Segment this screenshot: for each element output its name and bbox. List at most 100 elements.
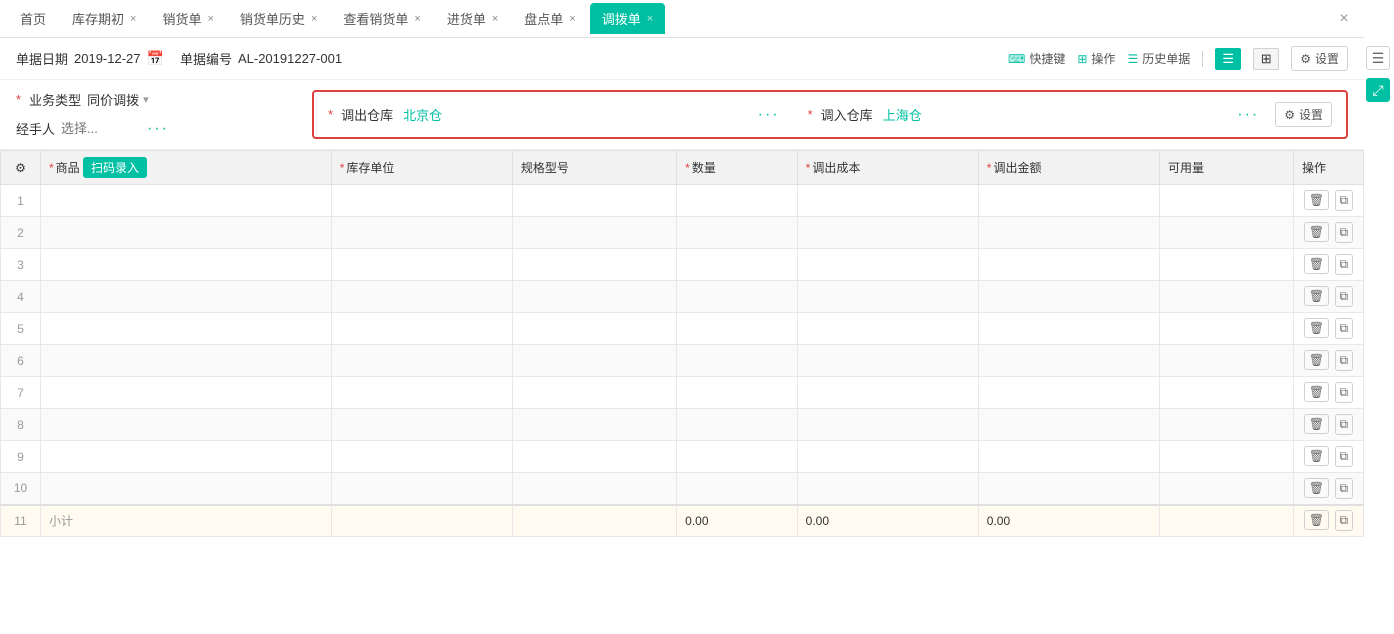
amount-cell[interactable] <box>978 249 1159 281</box>
unit-cell[interactable] <box>331 185 512 217</box>
copy-button[interactable]: ⧉ <box>1335 510 1354 531</box>
window-close-button[interactable]: × <box>1332 7 1356 31</box>
tab-close-icon[interactable]: × <box>569 13 575 25</box>
operation-action[interactable]: ⊞ 操作 <box>1077 50 1115 67</box>
unit-cell[interactable] <box>331 313 512 345</box>
product-cell[interactable] <box>41 345 332 377</box>
settings-column-header[interactable]: ⚙ <box>1 151 41 185</box>
spec-cell[interactable] <box>512 281 676 313</box>
spec-cell[interactable] <box>512 409 676 441</box>
copy-button[interactable]: ⧉ <box>1335 222 1354 243</box>
product-cell[interactable] <box>41 185 332 217</box>
cost-cell[interactable] <box>797 441 978 473</box>
cost-cell[interactable] <box>797 217 978 249</box>
tab-transfer[interactable]: 调拨单 × <box>590 3 665 34</box>
spec-cell[interactable] <box>512 249 676 281</box>
quantity-cell[interactable] <box>677 409 798 441</box>
spec-cell[interactable] <box>512 377 676 409</box>
cost-cell[interactable] <box>797 345 978 377</box>
cost-cell[interactable] <box>797 281 978 313</box>
unit-cell[interactable] <box>331 249 512 281</box>
grid-view-button[interactable]: ⊞ <box>1253 48 1279 70</box>
cost-cell[interactable] <box>797 313 978 345</box>
delete-button[interactable]: 🗑 <box>1304 382 1329 402</box>
history-action[interactable]: ☰ 历史单据 <box>1127 50 1190 67</box>
delete-button[interactable]: 🗑 <box>1304 286 1329 306</box>
tab-close-icon[interactable]: × <box>130 13 136 25</box>
amount-cell[interactable] <box>978 473 1159 505</box>
spec-cell[interactable] <box>512 473 676 505</box>
warehouse-settings-button[interactable]: ⚙ 设置 <box>1275 102 1332 127</box>
amount-cell[interactable] <box>978 281 1159 313</box>
settings-button[interactable]: ⚙ 设置 <box>1291 46 1348 71</box>
tab-inventory-check[interactable]: 盘点单 × <box>512 3 587 34</box>
unit-cell[interactable] <box>331 217 512 249</box>
quantity-cell[interactable] <box>677 345 798 377</box>
copy-button[interactable]: ⧉ <box>1335 254 1354 275</box>
cost-cell[interactable] <box>797 185 978 217</box>
tab-close-icon[interactable]: × <box>492 13 498 25</box>
spec-cell[interactable] <box>512 217 676 249</box>
amount-cell[interactable] <box>978 345 1159 377</box>
amount-cell[interactable] <box>978 441 1159 473</box>
quantity-cell[interactable] <box>677 249 798 281</box>
unit-cell[interactable] <box>331 377 512 409</box>
copy-button[interactable]: ⧉ <box>1335 478 1354 499</box>
amount-cell[interactable] <box>978 313 1159 345</box>
delete-button[interactable]: 🗑 <box>1304 190 1329 210</box>
cost-cell[interactable] <box>797 377 978 409</box>
spec-cell[interactable] <box>512 185 676 217</box>
delete-button[interactable]: 🗑 <box>1304 318 1329 338</box>
shortcut-action[interactable]: ⌨ 快捷键 <box>1008 50 1065 67</box>
calendar-icon[interactable]: 📅 <box>147 50 164 67</box>
in-warehouse-more-icon[interactable]: ··· <box>1237 106 1259 124</box>
copy-button[interactable]: ⧉ <box>1335 318 1354 339</box>
quantity-cell[interactable] <box>677 185 798 217</box>
product-cell[interactable] <box>41 281 332 313</box>
copy-button[interactable]: ⧉ <box>1335 382 1354 403</box>
unit-cell[interactable] <box>331 281 512 313</box>
cost-cell[interactable] <box>797 409 978 441</box>
delete-button[interactable]: 🗑 <box>1304 254 1329 274</box>
product-cell[interactable] <box>41 409 332 441</box>
product-cell[interactable] <box>41 249 332 281</box>
tab-close-icon[interactable]: × <box>414 13 420 25</box>
copy-button[interactable]: ⧉ <box>1335 350 1354 371</box>
handler-input[interactable] <box>61 121 141 136</box>
delete-button[interactable]: 🗑 <box>1304 446 1329 466</box>
copy-button[interactable]: ⧉ <box>1335 190 1354 211</box>
tab-close-icon[interactable]: × <box>311 13 317 25</box>
delete-button[interactable]: 🗑 <box>1304 510 1329 530</box>
tab-home[interactable]: 首页 <box>8 3 58 34</box>
copy-button[interactable]: ⧉ <box>1335 446 1354 467</box>
sidebar-list-icon[interactable]: ☰ <box>1366 46 1390 70</box>
quantity-cell[interactable] <box>677 217 798 249</box>
delete-button[interactable]: 🗑 <box>1304 222 1329 242</box>
tab-close-icon[interactable]: × <box>207 13 213 25</box>
quantity-cell[interactable] <box>677 281 798 313</box>
amount-cell[interactable] <box>978 185 1159 217</box>
cost-cell[interactable] <box>797 249 978 281</box>
delete-button[interactable]: 🗑 <box>1304 350 1329 370</box>
spec-cell[interactable] <box>512 345 676 377</box>
tab-purchase[interactable]: 进货单 × <box>435 3 510 34</box>
amount-cell[interactable] <box>978 217 1159 249</box>
list-view-button[interactable]: ☰ <box>1215 48 1241 70</box>
tab-close-icon[interactable]: × <box>647 13 653 25</box>
copy-button[interactable]: ⧉ <box>1335 414 1354 435</box>
spec-cell[interactable] <box>512 441 676 473</box>
quantity-cell[interactable] <box>677 313 798 345</box>
product-cell[interactable] <box>41 473 332 505</box>
unit-cell[interactable] <box>331 441 512 473</box>
tab-view-sales[interactable]: 查看销货单 × <box>331 3 432 34</box>
quantity-cell[interactable] <box>677 441 798 473</box>
delete-button[interactable]: 🗑 <box>1304 478 1329 498</box>
product-cell[interactable] <box>41 441 332 473</box>
delete-button[interactable]: 🗑 <box>1304 414 1329 434</box>
amount-cell[interactable] <box>978 409 1159 441</box>
product-cell[interactable] <box>41 313 332 345</box>
spec-cell[interactable] <box>512 313 676 345</box>
scan-button[interactable]: 扫码录入 <box>83 157 147 178</box>
quantity-cell[interactable] <box>677 377 798 409</box>
unit-cell[interactable] <box>331 473 512 505</box>
